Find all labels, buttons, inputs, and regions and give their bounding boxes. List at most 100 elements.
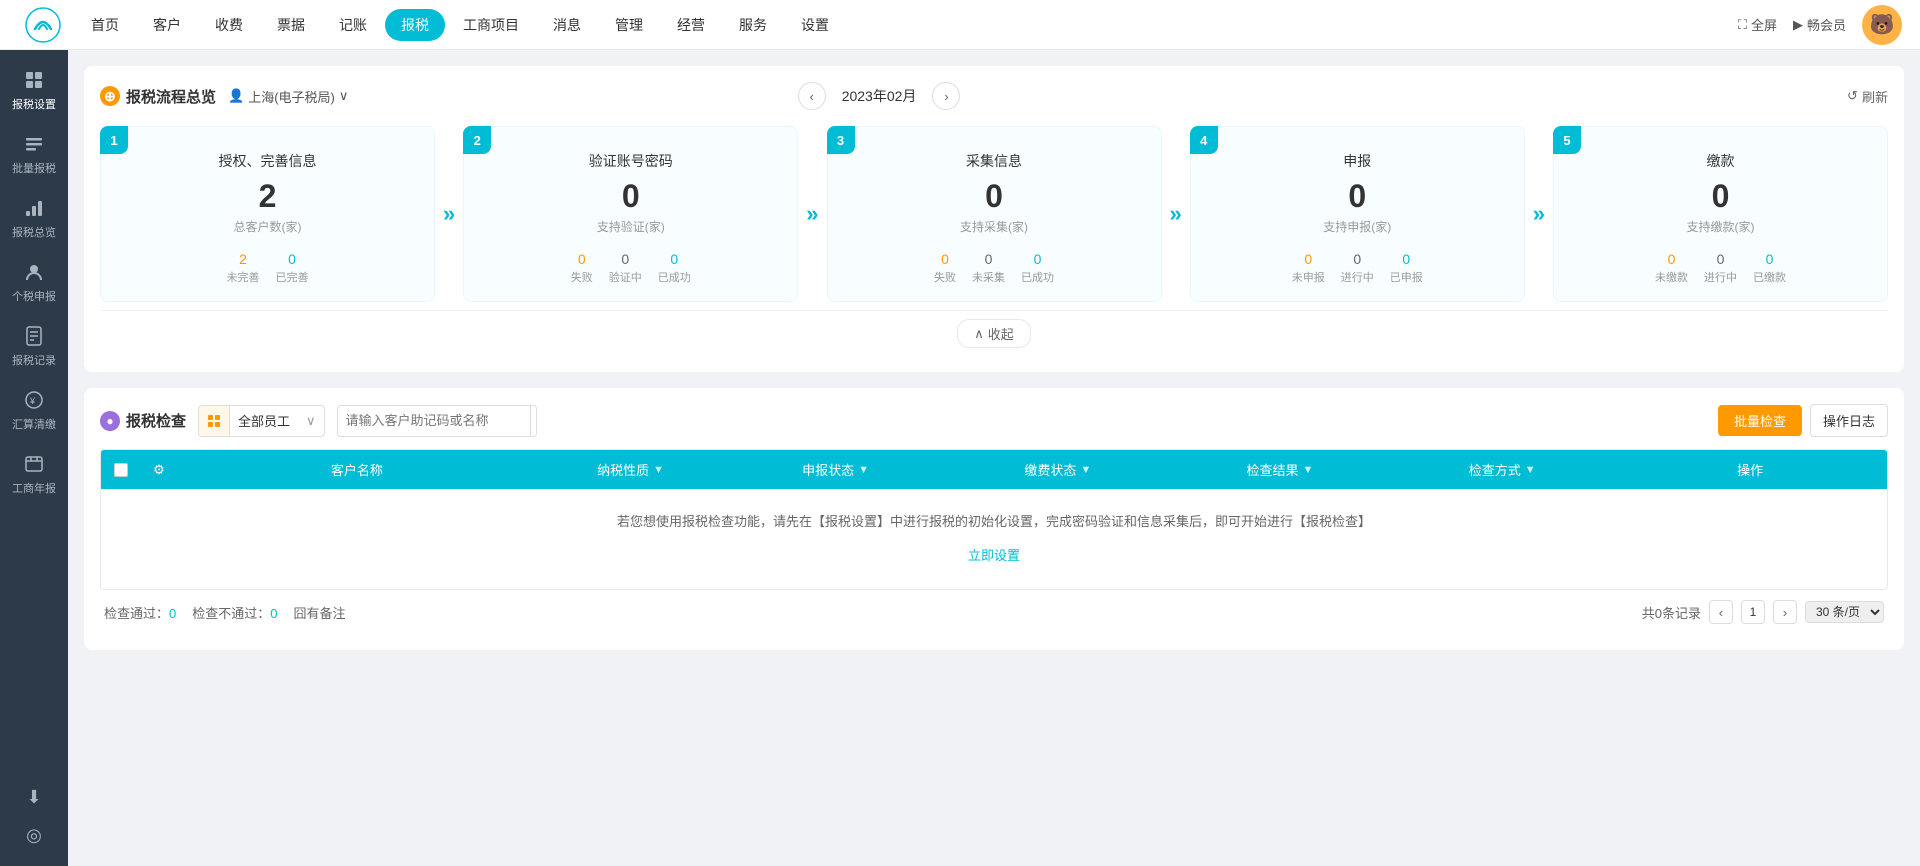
stat-5-0-value[interactable]: 0 (1668, 251, 1676, 267)
employee-filter-dropdown-arrow[interactable]: ∨ (298, 413, 324, 429)
fail-label-text: 检查不通过： (192, 606, 270, 621)
tax-type-filter-icon[interactable]: ▼ (653, 464, 664, 476)
nav-business[interactable]: 工商项目 (447, 9, 535, 41)
fail-value[interactable]: 0 (270, 606, 277, 621)
check-result-filter-icon[interactable]: ▼ (1303, 464, 1314, 476)
sidebar-item-personal-tax[interactable]: 个税申报 (0, 250, 68, 314)
fail-label: 检查不通过：0 (192, 603, 277, 622)
person-icon: 👤 (228, 88, 244, 104)
nav-operation[interactable]: 经营 (661, 9, 721, 41)
per-page-select[interactable]: 30 条/页 (1805, 601, 1884, 623)
step-1-stats: 2 未完善 0 已完善 (227, 251, 309, 285)
next-page-button[interactable]: › (1773, 600, 1797, 624)
prev-month-button[interactable]: ‹ (798, 82, 826, 110)
next-month-button[interactable]: › (932, 82, 960, 110)
logo (10, 7, 75, 43)
note-label: 囧有备注 (294, 603, 346, 622)
nav-invoice[interactable]: 票据 (261, 9, 321, 41)
collapse-button[interactable]: ∧ 收起 (957, 319, 1031, 348)
stat-5-2-value[interactable]: 0 (1766, 251, 1774, 267)
first-page-button[interactable]: ‹ (1709, 600, 1733, 624)
collapse-label: 收起 (988, 324, 1014, 343)
sidebar-item-annual-report[interactable]: 工商年报 (0, 442, 68, 506)
operation-log-button[interactable]: 操作日志 (1810, 404, 1888, 437)
nav-accounting[interactable]: 记账 (323, 9, 383, 41)
fullscreen-button[interactable]: ⛶ 全屏 (1738, 15, 1777, 34)
footer-left: 检查通过：0 检查不通过：0 囧有备注 (104, 603, 346, 622)
employee-filter-icon (199, 406, 230, 436)
stat-3-1-value[interactable]: 0 (985, 251, 993, 267)
top-nav-right: ⛶ 全屏 ▶ 畅会员 🐻 (1738, 5, 1902, 45)
stat-1-1-value[interactable]: 0 (288, 251, 296, 267)
stat-5-1-value[interactable]: 0 (1717, 251, 1725, 267)
declare-status-filter-icon[interactable]: ▼ (858, 464, 869, 476)
stat-4-0-value[interactable]: 0 (1304, 251, 1312, 267)
employee-filter[interactable]: 全部员工 ∨ (198, 405, 325, 437)
pass-label-text: 检查通过： (104, 606, 169, 621)
th-declare-status-label: 申报状态 (802, 460, 854, 479)
batch-check-button[interactable]: 批量检查 (1718, 405, 1802, 436)
sidebar-item-tax-overview[interactable]: 报税总览 (0, 186, 68, 250)
step-4-number: 4 (1190, 126, 1218, 154)
nav-client[interactable]: 客户 (137, 9, 197, 41)
sidebar-item-batch-tax[interactable]: 批量报税 (0, 122, 68, 186)
stat-2-0-value[interactable]: 0 (578, 251, 586, 267)
member-button[interactable]: ▶ 畅会员 (1793, 15, 1846, 34)
stat-2-1-value[interactable]: 0 (621, 251, 629, 267)
stat-3-0: 0 失败 (934, 251, 956, 285)
stat-2-2-value[interactable]: 0 (670, 251, 678, 267)
check-title-text: 报税检查 (126, 410, 186, 431)
stat-5-2: 0 已缴款 (1753, 251, 1786, 285)
nav-message[interactable]: 消息 (537, 9, 597, 41)
download-icon[interactable]: ⬇ (19, 782, 49, 812)
collapse-row: ∧ 收起 (100, 310, 1888, 356)
stat-3-2: 0 已成功 (1021, 251, 1054, 285)
settings-icon[interactable]: ⚙ (153, 462, 165, 478)
search-input[interactable] (338, 413, 530, 428)
sidebar-item-tax-settings[interactable]: 报税设置 (0, 58, 68, 122)
tax-record-icon (22, 324, 46, 348)
select-all-checkbox[interactable] (114, 463, 128, 477)
flow-card-header: ⊕ 报税流程总览 👤 上海(电子税局) ∨ ‹ 2023年02月 › ↺ 刷新 (100, 82, 1888, 110)
check-header: ● 报税检查 全部员工 ∨ 🔍 批量检查 操作日志 (100, 404, 1888, 437)
chevron-down-icon: ∨ (339, 88, 349, 104)
th-check-result-label: 检查结果 (1247, 460, 1299, 479)
check-title-icon: ● (100, 411, 120, 431)
nav-service[interactable]: 服务 (723, 9, 783, 41)
refresh-button[interactable]: ↺ 刷新 (1847, 87, 1888, 106)
step-5-stats: 0 未缴款 0 进行中 0 已缴款 (1655, 251, 1786, 285)
sidebar-item-tax-record[interactable]: 报税记录 (0, 314, 68, 378)
th-client-name-label: 客户名称 (331, 460, 383, 479)
nav-home[interactable]: 首页 (75, 9, 135, 41)
nav-tax[interactable]: 报税 (385, 9, 445, 41)
search-box: 🔍 (337, 405, 537, 437)
svg-text:¥: ¥ (29, 396, 36, 406)
location-tag[interactable]: 👤 上海(电子税局) ∨ (228, 87, 348, 106)
flow-step-1: 1 授权、完善信息 2 总客户数(家) 2 未完善 0 已完善 (100, 126, 435, 302)
step-1-value: 2 (259, 179, 277, 214)
refresh-label: 刷新 (1862, 87, 1888, 106)
stat-4-1-value[interactable]: 0 (1353, 251, 1361, 267)
th-checkbox (101, 450, 141, 489)
stat-4-2-value[interactable]: 0 (1402, 251, 1410, 267)
batch-tax-icon (22, 132, 46, 156)
stat-1-0-value[interactable]: 2 (239, 251, 247, 267)
refresh-icon: ↺ (1847, 88, 1858, 104)
pass-value[interactable]: 0 (169, 606, 176, 621)
th-tax-type-label: 纳税性质 (597, 460, 649, 479)
nav-management[interactable]: 管理 (599, 9, 659, 41)
stat-3-0-value[interactable]: 0 (941, 251, 949, 267)
pay-status-filter-icon[interactable]: ▼ (1080, 464, 1091, 476)
arrow-4-5: » (1525, 126, 1553, 302)
table-body-empty: 若您想使用报税检查功能，请先在【报税设置】中进行报税的初始化设置，完成密码验证和… (101, 489, 1887, 589)
search-button[interactable]: 🔍 (530, 406, 537, 436)
sidebar-label-batch-tax: 批量报税 (12, 160, 56, 176)
stat-3-2-value[interactable]: 0 (1034, 251, 1042, 267)
sidebar-item-annual-settlement[interactable]: ¥ 汇算清缴 (0, 378, 68, 442)
setup-link[interactable]: 立即设置 (968, 548, 1020, 563)
nav-fee[interactable]: 收费 (199, 9, 259, 41)
location-icon[interactable]: ◎ (19, 820, 49, 850)
nav-settings[interactable]: 设置 (785, 9, 845, 41)
flow-title: ⊕ 报税流程总览 (100, 86, 216, 107)
check-method-filter-icon[interactable]: ▼ (1525, 464, 1536, 476)
